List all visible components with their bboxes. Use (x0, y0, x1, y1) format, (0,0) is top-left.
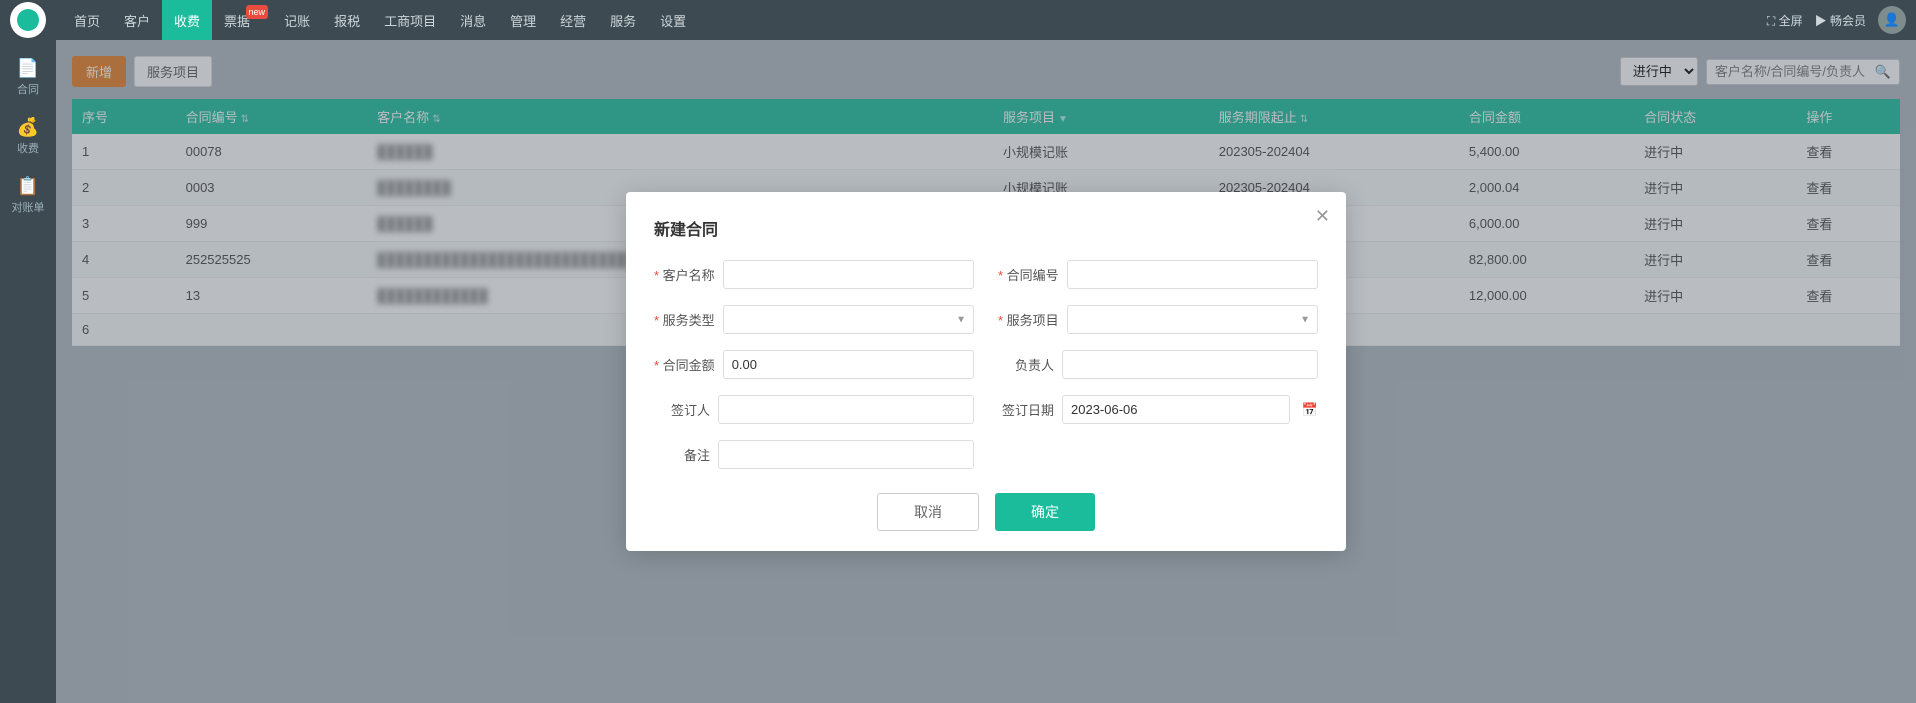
nav-business[interactable]: 工商项目 (372, 0, 448, 40)
modal-overlay: ✕ 新建合同 客户名称 合同编号 服务类型 (56, 40, 1916, 703)
sidebar: 📄 合同 💰 收费 📋 对账单 (0, 40, 56, 703)
form-group-signer: 签订人 (654, 395, 974, 424)
nav-home[interactable]: 首页 (62, 0, 112, 40)
sidebar-item-statement[interactable]: 📋 对账单 (2, 168, 54, 223)
sign-date-input[interactable] (1062, 395, 1290, 424)
sidebar-statement-label: 对账单 (12, 199, 45, 215)
service-item-label: 服务项目 (998, 310, 1059, 329)
responsible-label: 负责人 (998, 355, 1054, 374)
app-logo (10, 2, 46, 38)
nav-bookkeeping[interactable]: 记账 (272, 0, 322, 40)
contract-icon: 📄 (17, 58, 39, 79)
new-contract-modal: ✕ 新建合同 客户名称 合同编号 服务类型 (626, 192, 1346, 551)
new-badge: new (246, 5, 269, 19)
note-input[interactable] (718, 440, 974, 469)
nav-operations[interactable]: 经营 (548, 0, 598, 40)
amount-label: 合同金额 (654, 355, 715, 374)
sidebar-item-fee[interactable]: 💰 收费 (2, 109, 54, 164)
signer-input[interactable] (718, 395, 974, 424)
form-group-service-item: 服务项目 (998, 305, 1318, 334)
amount-input[interactable] (723, 350, 974, 379)
nav-invoice[interactable]: 票据 new (212, 0, 272, 40)
modal-footer: 取消 确定 (654, 493, 1318, 531)
main-layout: 📄 合同 💰 收费 📋 对账单 新增 服务项目 进行中 已完成 全部 🔍 (0, 40, 1916, 703)
service-item-select[interactable] (1067, 305, 1318, 334)
confirm-button[interactable]: 确定 (995, 493, 1095, 531)
form-group-note: 备注 (654, 440, 974, 469)
form-row-2: 服务类型 服务项目 (654, 305, 1318, 334)
calendar-icon[interactable]: 📅 (1302, 402, 1318, 418)
member-button[interactable]: ▶ 畅会员 (1815, 12, 1866, 29)
form-group-service-type: 服务类型 (654, 305, 974, 334)
modal-title: 新建合同 (654, 216, 1318, 240)
cancel-button[interactable]: 取消 (877, 493, 979, 531)
nav-management[interactable]: 管理 (498, 0, 548, 40)
form-row-1: 客户名称 合同编号 (654, 260, 1318, 289)
service-type-label: 服务类型 (654, 310, 715, 329)
fullscreen-button[interactable]: ⛶ 全屏 (1767, 12, 1803, 29)
contract-no-label: 合同编号 (998, 265, 1059, 284)
nav-tax[interactable]: 报税 (322, 0, 372, 40)
customer-input[interactable] (723, 260, 974, 289)
customer-label: 客户名称 (654, 265, 715, 284)
nav-settings[interactable]: 设置 (648, 0, 698, 40)
form-row-5: 备注 (654, 440, 1318, 469)
form-group-amount: 合同金额 (654, 350, 974, 379)
nav-fee[interactable]: 收费 (162, 0, 212, 40)
statement-icon: 📋 (17, 176, 39, 197)
form-group-customer: 客户名称 (654, 260, 974, 289)
sign-date-label: 签订日期 (998, 400, 1054, 419)
fee-icon: 💰 (17, 117, 39, 138)
signer-label: 签订人 (654, 400, 710, 419)
nav-service[interactable]: 服务 (598, 0, 648, 40)
sidebar-fee-label: 收费 (17, 140, 39, 156)
service-type-select[interactable] (723, 305, 974, 334)
sidebar-item-contract[interactable]: 📄 合同 (2, 50, 54, 105)
responsible-input[interactable] (1062, 350, 1318, 379)
nav-right-area: ⛶ 全屏 ▶ 畅会员 👤 (1767, 6, 1906, 34)
note-label: 备注 (654, 445, 710, 464)
form-group-sign-date: 签订日期 📅 (998, 395, 1318, 424)
sidebar-contract-label: 合同 (17, 81, 39, 97)
avatar[interactable]: 👤 (1878, 6, 1906, 34)
contract-no-input[interactable] (1067, 260, 1318, 289)
top-navigation: 首页 客户 收费 票据 new 记账 报税 工商项目 消息 管理 经营 服务 设… (0, 0, 1916, 40)
nav-customer[interactable]: 客户 (112, 0, 162, 40)
content-area: 新增 服务项目 进行中 已完成 全部 🔍 序号 合同编号⇅ 客户名称⇅ 服务项目… (56, 40, 1916, 703)
form-group-responsible: 负责人 (998, 350, 1318, 379)
form-group-contract-no: 合同编号 (998, 260, 1318, 289)
nav-message[interactable]: 消息 (448, 0, 498, 40)
form-row-3: 合同金额 负责人 (654, 350, 1318, 379)
form-row-4: 签订人 签订日期 📅 (654, 395, 1318, 424)
modal-close-button[interactable]: ✕ (1315, 206, 1330, 227)
